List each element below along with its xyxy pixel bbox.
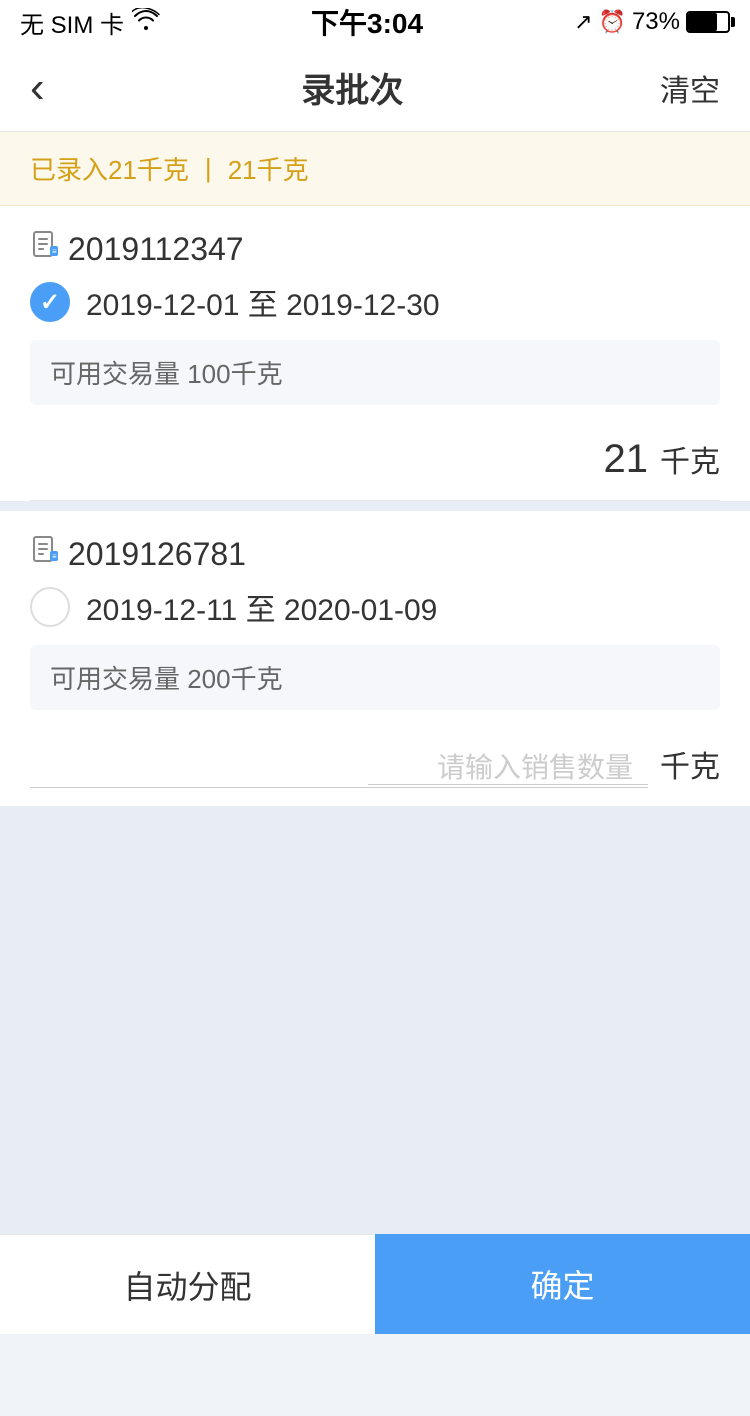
alarm-icon: ⏰	[599, 9, 626, 35]
wifi-icon	[132, 8, 160, 37]
batch-1-amount-value: 21	[604, 437, 649, 482]
svg-text:≡: ≡	[52, 552, 57, 561]
batch-2-radio[interactable]	[30, 587, 70, 627]
qty-input-container[interactable]	[30, 752, 648, 788]
page-title: 录批次	[301, 63, 403, 112]
recorded-value: 21千克	[228, 150, 309, 187]
separator-2	[0, 806, 750, 816]
status-right: ↗ ⏰ 73%	[574, 8, 730, 36]
batch-2-date-range: 2019-12-11 至 2020-01-09	[86, 585, 437, 629]
batch-2-card: ≡ 2019126781 2019-12-11 至 2020-01-09 可用交…	[0, 511, 750, 806]
status-time: 下午3:04	[311, 2, 423, 42]
status-bar: 无 SIM 卡 下午3:04 ↗ ⏰ 73%	[0, 0, 750, 44]
bottom-bar: 自动分配 确定	[0, 1234, 750, 1334]
separator-1	[0, 501, 750, 511]
qty-input[interactable]	[368, 752, 648, 785]
svg-text:≡: ≡	[52, 247, 57, 256]
batch-2-number: 2019126781	[68, 536, 246, 573]
batch-1-date-range: 2019-12-01 至 2019-12-30	[86, 280, 440, 324]
nav-bar: ‹ 录批次 清空	[0, 44, 750, 132]
confirm-button[interactable]: 确定	[375, 1234, 750, 1334]
doc-icon-2: ≡	[30, 535, 60, 573]
back-button[interactable]: ‹	[30, 63, 45, 113]
batch-1-amount-unit: 千克	[660, 437, 720, 481]
batch-2-input-row: 千克	[30, 726, 720, 806]
recorded-label: 已录入21千克	[30, 150, 189, 187]
batch-1-header: ≡ 2019112347	[30, 230, 720, 268]
batch-1-radio[interactable]	[30, 282, 70, 322]
doc-icon-1: ≡	[30, 230, 60, 268]
battery-percent: 73%	[632, 8, 680, 36]
info-divider: |	[205, 153, 212, 184]
batch-2-availability: 可用交易量 200千克	[30, 645, 720, 710]
batch-1-card: ≡ 2019112347 2019-12-01 至 2019-12-30 可用交…	[0, 206, 750, 501]
batch-2-select-row[interactable]: 2019-12-11 至 2020-01-09	[30, 585, 720, 629]
batch-1-number: 2019112347	[68, 231, 244, 268]
status-left: 无 SIM 卡	[20, 5, 160, 40]
auto-distribute-button[interactable]: 自动分配	[0, 1234, 375, 1334]
location-icon: ↗	[574, 9, 592, 35]
batch-1-select-row[interactable]: 2019-12-01 至 2019-12-30	[30, 280, 720, 324]
batch-1-availability: 可用交易量 100千克	[30, 340, 720, 405]
no-sim-text: 无 SIM 卡	[20, 5, 124, 40]
clear-button[interactable]: 清空	[660, 66, 720, 110]
batch-1-amount-row: 21 千克	[30, 421, 720, 501]
content-area: 已录入21千克 | 21千克 ≡ 2019112347 2019-12-01 至…	[0, 132, 750, 1416]
batch-2-header: ≡ 2019126781	[30, 535, 720, 573]
batch-2-unit: 千克	[660, 742, 720, 786]
battery-icon	[686, 11, 730, 33]
info-banner: 已录入21千克 | 21千克	[0, 132, 750, 206]
